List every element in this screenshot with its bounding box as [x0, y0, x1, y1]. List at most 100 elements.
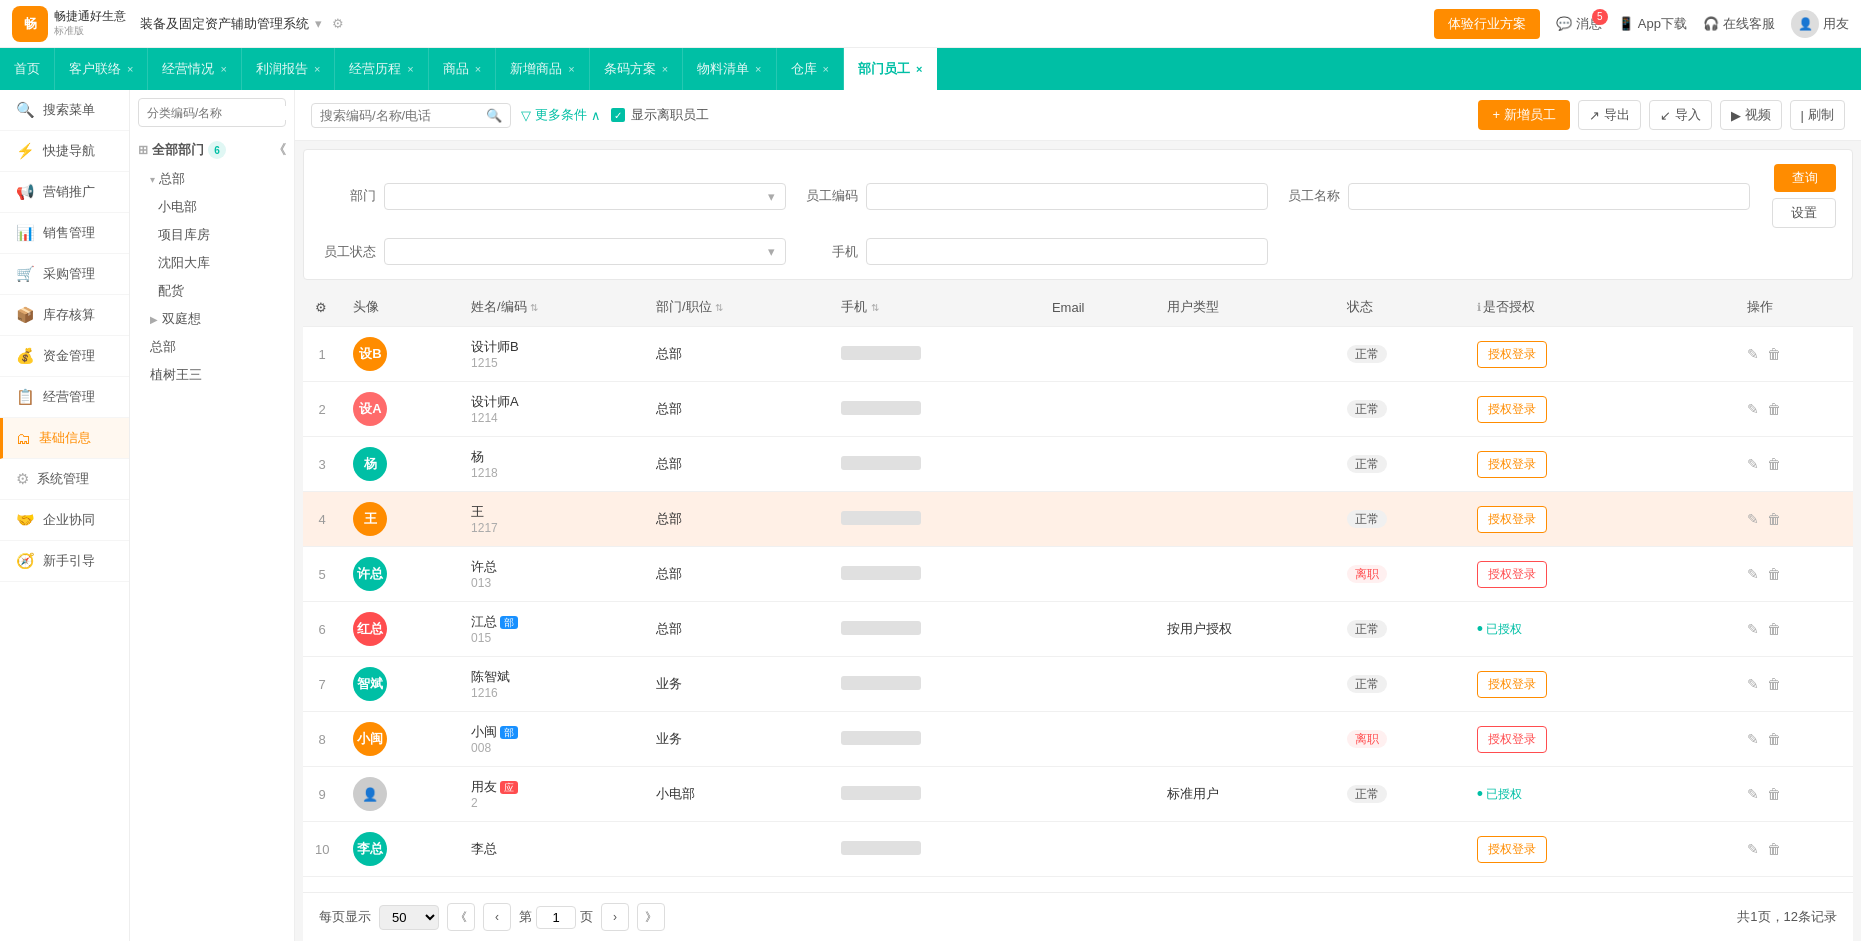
next-page-button[interactable]: › [601, 903, 629, 931]
nav-purchase[interactable]: 🛒 采购管理 [0, 254, 129, 295]
delete-icon[interactable]: 🗑 [1767, 401, 1781, 417]
dept-item-shuangtingxiang[interactable]: ▶ 双庭想 [130, 305, 294, 333]
emp-name-text-input[interactable] [1359, 189, 1739, 204]
edit-icon[interactable]: ✎ [1747, 786, 1759, 802]
online-service-button[interactable]: 🎧 在线客服 [1703, 15, 1775, 33]
tab-department[interactable]: 部门员工× [844, 48, 937, 90]
tab-history[interactable]: 经营历程× [335, 48, 428, 90]
dept-item-shenyang[interactable]: 沈阳大库 [130, 249, 294, 277]
title-dropdown-icon[interactable]: ▾ [315, 16, 322, 31]
filter-search-input[interactable] [320, 108, 480, 123]
emp-name-input[interactable] [1348, 183, 1750, 210]
nav-guide[interactable]: 🧭 新手引导 [0, 541, 129, 582]
dept-item-zongbu[interactable]: ▾ 总部 [130, 165, 294, 193]
emp-status-select[interactable]: ▾ [384, 238, 786, 265]
tab-barcode[interactable]: 条码方案× [590, 48, 683, 90]
search-button[interactable]: 查询 [1774, 164, 1836, 192]
collapse-arrow-icon[interactable]: 《 [273, 141, 286, 159]
dept-item-xiaodianbu[interactable]: 小电部 [130, 193, 294, 221]
delete-icon[interactable]: 🗑 [1767, 511, 1781, 527]
phone-input[interactable] [866, 238, 1268, 265]
settings-icon[interactable]: ⚙ [332, 16, 344, 31]
edit-icon[interactable]: ✎ [1747, 621, 1759, 637]
delete-icon[interactable]: 🗑 [1767, 566, 1781, 582]
tab-warehouse[interactable]: 仓库× [777, 48, 844, 90]
edit-icon[interactable]: ✎ [1747, 346, 1759, 362]
dept-select[interactable]: ▾ [384, 183, 786, 210]
col-status-cell: 离职 [1335, 712, 1465, 767]
edit-icon[interactable]: ✎ [1747, 566, 1759, 582]
user-menu[interactable]: 👤 用友 [1791, 10, 1849, 38]
auth-login-button[interactable]: 授权登录 [1477, 561, 1547, 588]
col-name[interactable]: 姓名/编码 ⇅ [459, 288, 644, 327]
emp-code-input[interactable] [866, 183, 1268, 210]
export-button[interactable]: ↗ 导出 [1578, 100, 1641, 130]
nav-finance[interactable]: 💰 资金管理 [0, 336, 129, 377]
first-page-button[interactable]: 《 [447, 903, 475, 931]
delete-icon[interactable]: 🗑 [1767, 676, 1781, 692]
edit-icon[interactable]: ✎ [1747, 401, 1759, 417]
nav-shortcut[interactable]: ⚡ 快捷导航 [0, 131, 129, 172]
col-gear[interactable]: ⚙ [303, 288, 341, 327]
auth-login-button[interactable]: 授权登录 [1477, 506, 1547, 533]
delete-icon[interactable]: 🗑 [1767, 346, 1781, 362]
auth-login-button[interactable]: 授权登录 [1477, 451, 1547, 478]
col-phone[interactable]: 手机 ⇅ [829, 288, 1040, 327]
tab-bom[interactable]: 物料清单× [683, 48, 776, 90]
nav-search[interactable]: 🔍 搜索菜单 [0, 90, 129, 131]
phone-text-input[interactable] [877, 244, 1257, 259]
delete-icon[interactable]: 🗑 [1767, 456, 1781, 472]
dept-item-zongbu2[interactable]: 总部 [130, 333, 294, 361]
tab-profit[interactable]: 利润报告× [242, 48, 335, 90]
import-button[interactable]: ↙ 导入 [1649, 100, 1712, 130]
emp-code-text-input[interactable] [877, 189, 1257, 204]
view-button[interactable]: ▶ 视频 [1720, 100, 1782, 130]
delete-icon[interactable]: 🗑 [1767, 841, 1781, 857]
message-button[interactable]: 💬 消息 5 [1556, 15, 1602, 33]
nav-marketing[interactable]: 📢 营销推广 [0, 172, 129, 213]
more-button[interactable]: | 刷制 [1790, 100, 1845, 130]
tab-operations[interactable]: 经营情况× [148, 48, 241, 90]
filter-search-box[interactable]: 🔍 [311, 103, 511, 128]
nav-system[interactable]: ⚙ 系统管理 [0, 459, 129, 500]
current-page-input[interactable] [536, 906, 576, 929]
tab-add-goods[interactable]: 新增商品× [496, 48, 589, 90]
last-page-button[interactable]: 》 [637, 903, 665, 931]
reset-button[interactable]: 设置 [1772, 198, 1836, 228]
nav-operations-mgmt[interactable]: 📋 经营管理 [0, 377, 129, 418]
tab-customer[interactable]: 客户联络× [55, 48, 148, 90]
prev-page-button[interactable]: ‹ [483, 903, 511, 931]
edit-icon[interactable]: ✎ [1747, 841, 1759, 857]
delete-icon[interactable]: 🗑 [1767, 786, 1781, 802]
nav-enterprise[interactable]: 🤝 企业协同 [0, 500, 129, 541]
auth-login-button[interactable]: 授权登录 [1477, 671, 1547, 698]
edit-icon[interactable]: ✎ [1747, 511, 1759, 527]
dept-search-input[interactable] [147, 106, 295, 120]
more-filters-button[interactable]: ▽ 更多条件 ∧ [521, 106, 601, 124]
auth-login-button[interactable]: 授权登录 [1477, 836, 1547, 863]
auth-login-button[interactable]: 授权登录 [1477, 341, 1547, 368]
show-resigned-checkbox[interactable]: ✓ 显示离职员工 [611, 106, 709, 124]
dept-item-xiangmu[interactable]: 项目库房 [130, 221, 294, 249]
delete-icon[interactable]: 🗑 [1767, 621, 1781, 637]
nav-basic-info[interactable]: 🗂 基础信息 [0, 418, 129, 459]
auth-login-button[interactable]: 授权登录 [1477, 726, 1547, 753]
dept-item-zhishu[interactable]: 植树王三 [130, 361, 294, 389]
delete-icon[interactable]: 🗑 [1767, 731, 1781, 747]
tab-goods[interactable]: 商品× [429, 48, 496, 90]
dept-all-header[interactable]: ⊞ 全部部门 6 《 [130, 135, 294, 165]
nav-inventory[interactable]: 📦 库存核算 [0, 295, 129, 336]
nav-sales[interactable]: 📊 销售管理 [0, 213, 129, 254]
auth-login-button[interactable]: 授权登录 [1477, 396, 1547, 423]
app-download-button[interactable]: 📱 App下载 [1618, 15, 1687, 33]
edit-icon[interactable]: ✎ [1747, 731, 1759, 747]
dept-search[interactable]: 🔍 [138, 98, 286, 127]
page-size-select[interactable]: 50 20 100 [379, 905, 439, 930]
trial-button[interactable]: 体验行业方案 [1434, 9, 1540, 39]
tab-home[interactable]: 首页 [0, 48, 55, 90]
dept-item-peihuo[interactable]: 配货 [130, 277, 294, 305]
col-dept[interactable]: 部门/职位 ⇅ [644, 288, 829, 327]
edit-icon[interactable]: ✎ [1747, 456, 1759, 472]
add-employee-button[interactable]: + 新增员工 [1478, 100, 1569, 130]
edit-icon[interactable]: ✎ [1747, 676, 1759, 692]
